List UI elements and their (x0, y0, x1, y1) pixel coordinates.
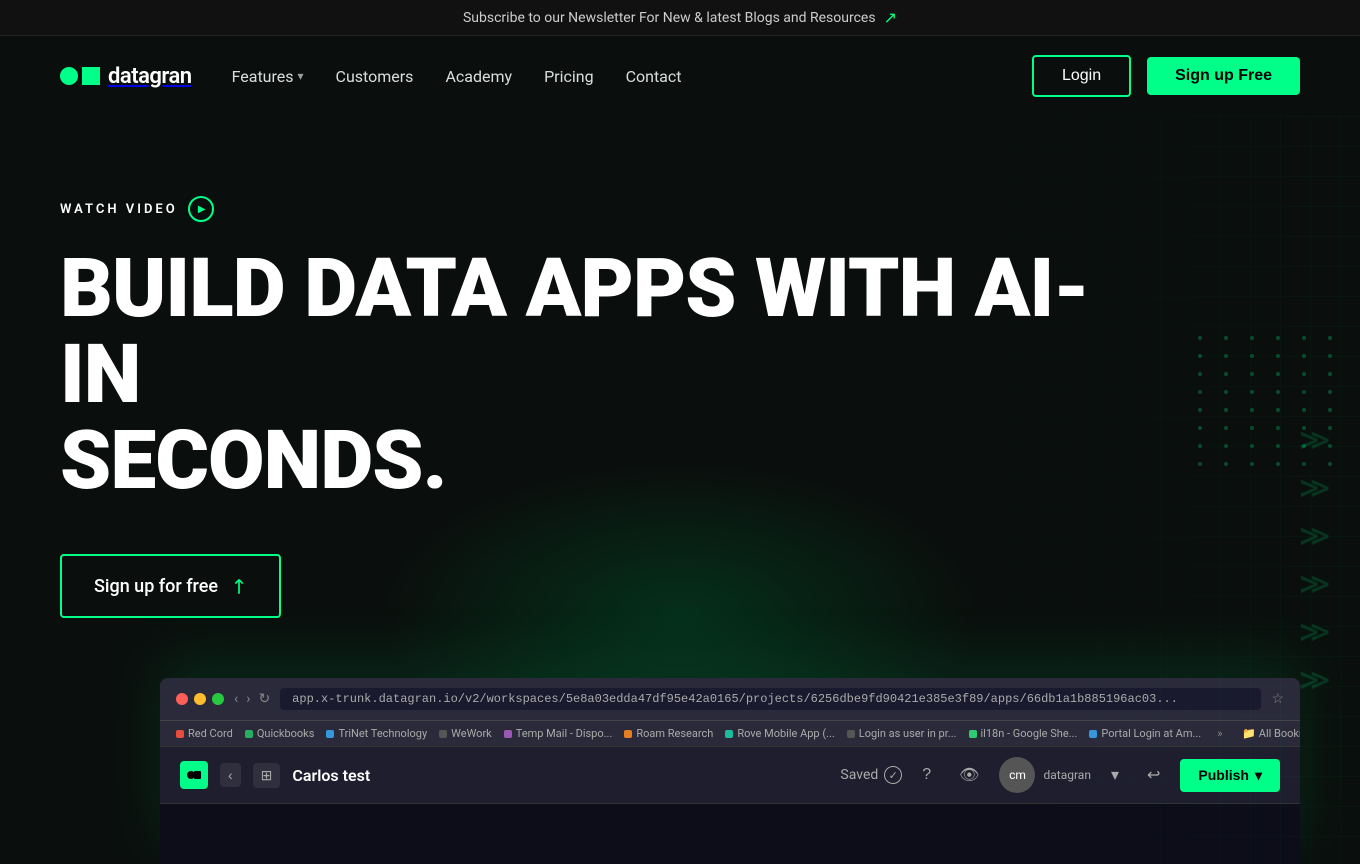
project-name: Carlos test (292, 766, 370, 785)
hero-section: >>>>>>>>>>>> WATCH VIDEO BUILD DATA APPS… (0, 116, 1360, 864)
bookmark-login-user[interactable]: Login as user in pr... (847, 727, 957, 740)
hero-title: BUILD DATA APPS WITH AI-IN SECONDS. (60, 246, 1140, 504)
user-info: datagran (1043, 768, 1090, 782)
saved-label: Saved (840, 767, 878, 783)
login-button[interactable]: Login (1032, 55, 1131, 97)
hero-title-line2: SECONDS. (60, 413, 446, 509)
nav-item-pricing[interactable]: Pricing (544, 67, 594, 86)
back-icon[interactable]: ‹ (234, 691, 238, 707)
forward-icon[interactable]: › (246, 691, 250, 707)
browser-window-controls (176, 693, 224, 705)
bookmark-quickbooks[interactable]: Quickbooks (245, 727, 315, 740)
browser-bookmarks-bar: Red Cord Quickbooks TriNet Technology We… (160, 721, 1300, 747)
chevron-down-icon: ▾ (1255, 767, 1262, 784)
bookmark-tempmail[interactable]: Temp Mail - Dispo... (504, 727, 613, 740)
bookmark-roam[interactable]: Roam Research (624, 727, 713, 740)
logo-link[interactable]: datagran (60, 64, 192, 89)
saved-check-icon: ✓ (884, 766, 902, 784)
grid-view-button[interactable]: ⊞ (253, 763, 281, 788)
maximize-window-icon (212, 693, 224, 705)
watch-video-cta[interactable]: WATCH VIDEO (60, 196, 1300, 222)
banner-text: Subscribe to our Newsletter For New & la… (463, 10, 876, 26)
hero-signup-button[interactable]: Sign up for free ↗ (60, 554, 281, 618)
logo-icon (60, 67, 100, 85)
avatar: cm (999, 757, 1035, 793)
nav-link-academy[interactable]: Academy (445, 67, 512, 86)
bookmark-red-cord[interactable]: Red Cord (176, 727, 233, 740)
nav-link-features[interactable]: Features ▾ (232, 67, 304, 86)
toolbar-left: ‹ ⊞ Carlos test (180, 761, 370, 789)
signup-button[interactable]: Sign up Free (1147, 57, 1300, 95)
watch-video-label: WATCH VIDEO (60, 202, 178, 217)
publish-button[interactable]: Publish ▾ (1180, 759, 1280, 792)
announcement-banner: Subscribe to our Newsletter For New & la… (0, 0, 1360, 36)
play-icon[interactable] (188, 196, 214, 222)
nav-item-customers[interactable]: Customers (336, 67, 414, 86)
bookmark-star-icon[interactable]: ☆ (1271, 691, 1284, 707)
eye-icon[interactable]: 👁 (951, 761, 987, 789)
browser-navigation: ‹ › ↻ (234, 691, 270, 707)
hero-title-line1: BUILD DATA APPS WITH AI-IN (60, 241, 1089, 423)
hero-signup-arrow-icon: ↗ (224, 572, 253, 601)
bookmark-trinet[interactable]: TriNet Technology (326, 727, 427, 740)
banner-arrow-icon: ↗ (884, 8, 897, 27)
help-icon[interactable]: ? (914, 762, 939, 788)
nav-link-pricing[interactable]: Pricing (544, 67, 594, 86)
navbar-left: datagran Features ▾ Customers Academy (60, 64, 681, 89)
undo-icon[interactable]: ↩ (1139, 761, 1168, 789)
bookmark-wework[interactable]: WeWork (439, 727, 492, 740)
more-bookmarks-icon[interactable]: » (1217, 727, 1222, 740)
browser-body (160, 804, 1300, 864)
close-window-icon (176, 693, 188, 705)
logo-square (82, 67, 100, 85)
saved-status: Saved ✓ (840, 766, 902, 784)
bookmark-i18n[interactable]: il18n - Google She... (969, 727, 1078, 740)
all-bookmarks[interactable]: 📁 All Bookmarks (1242, 727, 1300, 740)
refresh-icon[interactable]: ↻ (258, 691, 270, 707)
logo-text: datagran (108, 64, 192, 89)
browser-screenshot: ‹ › ↻ app.x-trunk.datagran.io/v2/workspa… (160, 678, 1300, 864)
minimize-window-icon (194, 693, 206, 705)
nav-links: Features ▾ Customers Academy Pricing (232, 67, 682, 86)
navbar-right: Login Sign up Free (1032, 55, 1300, 97)
bookmark-rove[interactable]: Rove Mobile App (... (725, 727, 834, 740)
navbar: datagran Features ▾ Customers Academy (0, 36, 1360, 116)
logo-circle (60, 67, 78, 85)
toolbar-right: Saved ✓ ? 👁 cm datagran ▾ ↩ Publish (840, 757, 1280, 793)
app-toolbar: ‹ ⊞ Carlos test Saved ✓ ? 👁 cm datagran (160, 747, 1300, 804)
nav-item-features[interactable]: Features ▾ (232, 67, 304, 86)
browser-chrome-bar: ‹ › ↻ app.x-trunk.datagran.io/v2/workspa… (160, 678, 1300, 721)
chevron-down-icon: ▾ (298, 69, 304, 83)
hero-signup-label: Sign up for free (94, 576, 218, 597)
browser-url-bar[interactable]: app.x-trunk.datagran.io/v2/workspaces/5e… (280, 688, 1261, 710)
app-logo-icon (180, 761, 208, 789)
nav-link-contact[interactable]: Contact (626, 67, 682, 86)
bookmark-portal[interactable]: Portal Login at Am... (1089, 727, 1201, 740)
nav-item-contact[interactable]: Contact (626, 67, 682, 86)
user-avatar-area: cm datagran (999, 757, 1090, 793)
back-app-button[interactable]: ‹ (220, 763, 241, 787)
decorative-chevrons: >>>>>>>>>>>> (1298, 416, 1320, 704)
nav-link-customers[interactable]: Customers (336, 67, 414, 86)
chevron-down-icon[interactable]: ▾ (1103, 761, 1127, 789)
nav-item-academy[interactable]: Academy (445, 67, 512, 86)
